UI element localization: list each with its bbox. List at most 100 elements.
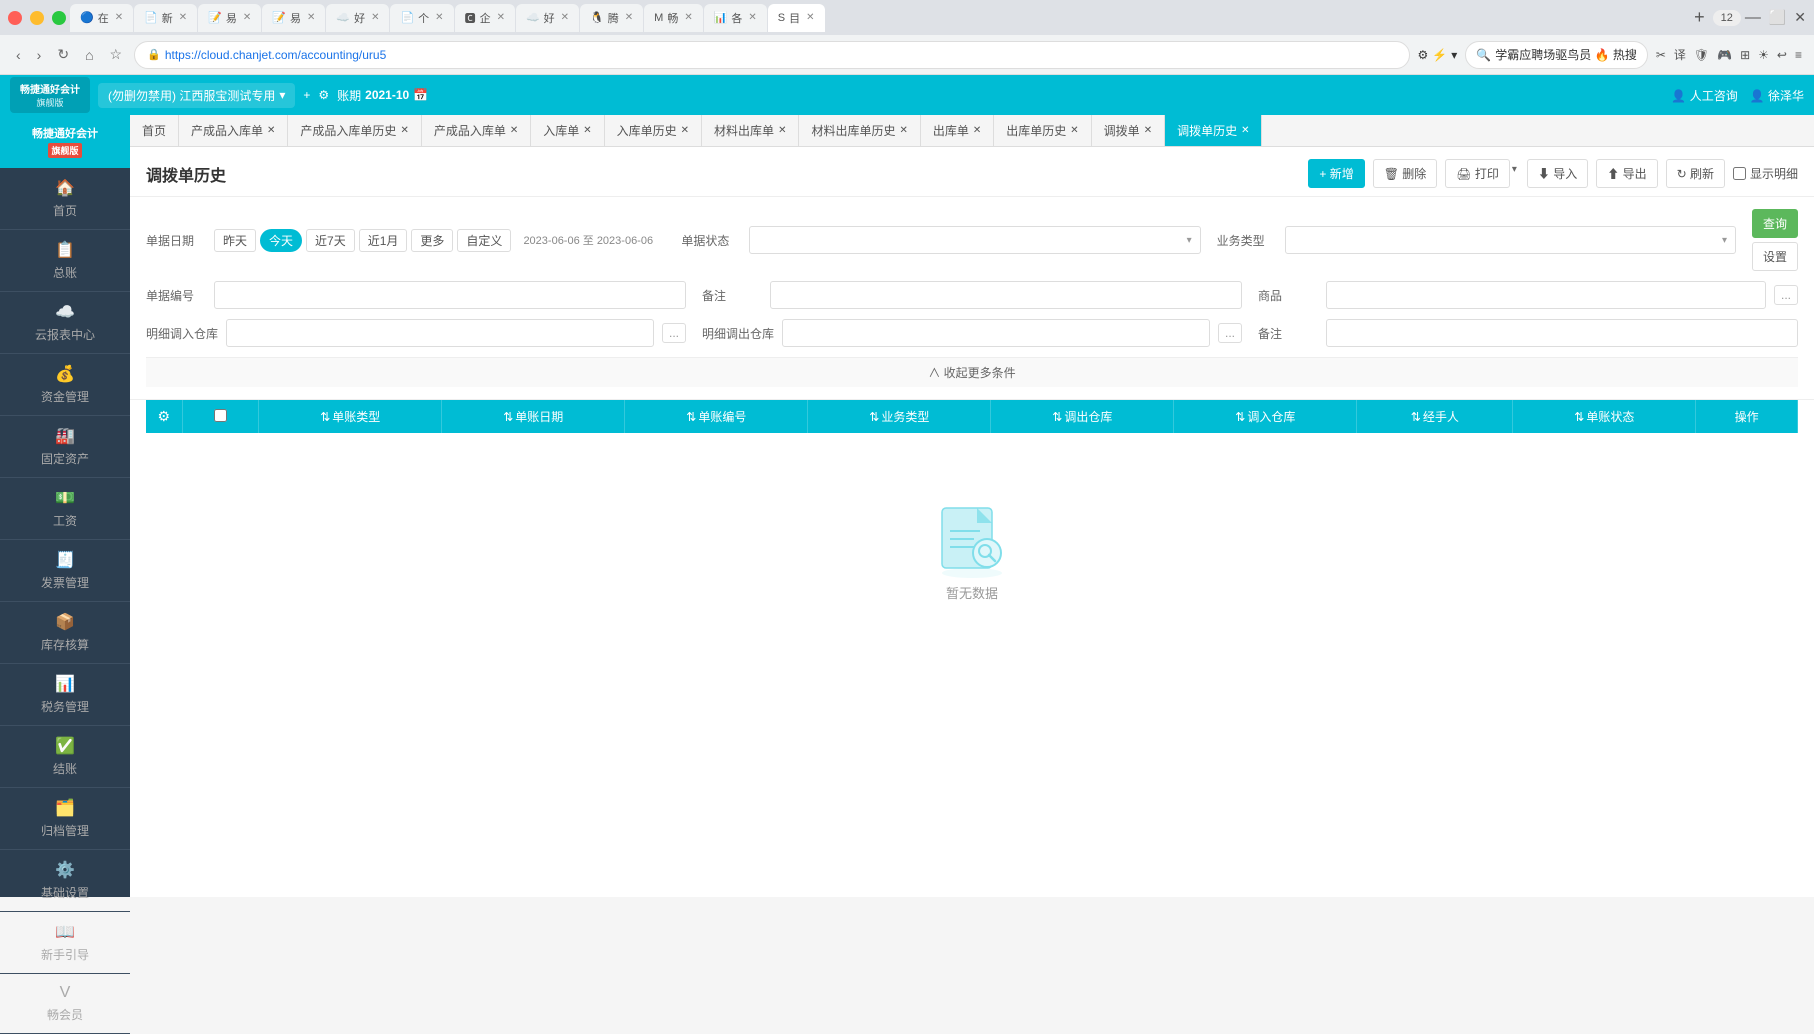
detail-out-input[interactable] (782, 319, 1210, 347)
select-all-checkbox[interactable] (214, 409, 227, 422)
sidebar-item-总账[interactable]: 📋总账 (0, 230, 130, 292)
query-button[interactable]: 查询 (1752, 209, 1798, 238)
page-tab-入库单[interactable]: 入库单✕ (531, 115, 604, 147)
goods-input[interactable] (1326, 281, 1766, 309)
menu-icon[interactable]: ≡ (1795, 48, 1802, 62)
biz-type-sort[interactable]: ⇅ 业务类型 (818, 408, 980, 425)
tab-close-btn[interactable]: ✕ (778, 125, 786, 136)
date-btn-昨天[interactable]: 昨天 (214, 229, 256, 252)
tab-count[interactable]: 12 (1713, 10, 1741, 26)
sidebar-item-归档管理[interactable]: 🗂️归档管理 (0, 788, 130, 850)
page-tab-首页[interactable]: 首页 (130, 115, 179, 147)
doc-status-sort[interactable]: ⇅ 单账状态 (1523, 408, 1685, 425)
restore-window[interactable]: ⬜ (1769, 9, 1786, 26)
sidebar-item-畅会员[interactable]: V畅会员 (0, 974, 130, 1034)
page-tab-材料出库单[interactable]: 材料出库单✕ (702, 115, 799, 147)
browser-tab[interactable]: 📝易✕ (262, 4, 325, 32)
date-btn-近1月[interactable]: 近1月 (359, 229, 408, 252)
print-button[interactable]: 🖨 打印 (1445, 159, 1510, 188)
detail-out-picker-btn[interactable]: ... (1218, 323, 1242, 343)
browser-tab[interactable]: ☁️好✕ (516, 4, 579, 32)
page-tab-调拨单[interactable]: 调拨单✕ (1092, 115, 1165, 147)
out-warehouse-sort[interactable]: ⇅ 调出仓库 (1001, 408, 1163, 425)
refresh-button[interactable]: ↻ (53, 42, 73, 67)
forward-button[interactable]: › (33, 43, 46, 67)
tab-close-btn[interactable]: ✕ (899, 125, 907, 136)
in-warehouse-sort[interactable]: ⇅ 调入仓库 (1184, 408, 1346, 425)
page-tab-出库单[interactable]: 出库单✕ (921, 115, 994, 147)
page-tab-出库单历史[interactable]: 出库单历史✕ (994, 115, 1091, 147)
print-dropdown[interactable]: 🖨 打印 ▾ (1445, 159, 1519, 188)
handler-sort[interactable]: ⇅ 经手人 (1367, 408, 1502, 425)
page-tab-产成品入库单历史[interactable]: 产成品入库单历史✕ (288, 115, 421, 147)
close-window[interactable]: ✕ (1794, 9, 1806, 26)
browser-tab[interactable]: 📝易✕ (198, 4, 261, 32)
browser-tab[interactable]: ☁️好✕ (326, 4, 389, 32)
browser-tab[interactable]: 🔵在✕ (70, 4, 133, 32)
settings-gear[interactable]: ⚙ (318, 88, 329, 102)
sidebar-item-税务管理[interactable]: 📊税务管理 (0, 664, 130, 726)
tab-close-btn[interactable]: ✕ (1070, 125, 1078, 136)
browser-tab[interactable]: 🐧腾✕ (580, 4, 643, 32)
date-btn-更多[interactable]: 更多 (411, 229, 453, 252)
tab-close-btn[interactable]: ✕ (973, 125, 981, 136)
add-company-btn[interactable]: + (303, 88, 310, 102)
close-btn[interactable] (8, 11, 22, 25)
sidebar-item-首页[interactable]: 🏠首页 (0, 168, 130, 230)
sidebar-item-云报表中心[interactable]: ☁️云报表中心 (0, 292, 130, 354)
sidebar-item-结账[interactable]: ✅结账 (0, 726, 130, 788)
page-tab-产成品入库单[interactable]: 产成品入库单✕ (422, 115, 531, 147)
search-bar[interactable]: 🔍 学霸应聘场驱鸟员 🔥 热搜 (1465, 41, 1648, 69)
sidebar-item-资金管理[interactable]: 💰资金管理 (0, 354, 130, 416)
goods-picker-btn[interactable]: ... (1774, 285, 1798, 305)
company-selector[interactable]: (勿删勿禁用) 江西服宝测试专用 ▾ (98, 83, 295, 108)
new-tab-button[interactable]: + (1690, 7, 1709, 28)
page-tab-材料出库单历史[interactable]: 材料出库单历史✕ (799, 115, 920, 147)
sidebar-item-工资[interactable]: 💵工资 (0, 478, 130, 540)
delete-button[interactable]: 🗑 删除 (1373, 159, 1438, 188)
export-button[interactable]: ⬆ 导出 (1596, 159, 1657, 188)
date-btn-近7天[interactable]: 近7天 (306, 229, 355, 252)
browser-tab[interactable]: 📊各✕ (704, 4, 767, 32)
note-input[interactable] (1326, 319, 1798, 347)
new-button[interactable]: + 新增 (1308, 159, 1364, 188)
refresh-button[interactable]: ↻ 刷新 (1666, 159, 1725, 188)
browser-tab[interactable]: S目✕ (768, 4, 825, 32)
browser-tab[interactable]: M畅✕ (644, 4, 703, 32)
period-selector[interactable]: 账期 2021-10 📅 (337, 87, 428, 104)
date-btn-今天[interactable]: 今天 (260, 229, 302, 252)
print-dropdown-arrow[interactable]: ▾ (1510, 159, 1519, 188)
page-tab-调拨单历史[interactable]: 调拨单历史✕ (1165, 115, 1262, 147)
sidebar-item-库存核算[interactable]: 📦库存核算 (0, 602, 130, 664)
page-tab-入库单历史[interactable]: 入库单历史✕ (605, 115, 702, 147)
tab-close-btn[interactable]: ✕ (1144, 125, 1152, 136)
docno-input[interactable] (214, 281, 686, 309)
tab-close-btn[interactable]: ✕ (510, 125, 518, 136)
tab-close-btn[interactable]: ✕ (583, 125, 591, 136)
page-tab-产成品入库单[interactable]: 产成品入库单✕ (179, 115, 288, 147)
user-profile[interactable]: 👤 徐泽华 (1750, 87, 1804, 104)
sidebar-item-基础设置[interactable]: ⚙️基础设置 (0, 850, 130, 912)
sidebar-item-固定资产[interactable]: 🏭固定资产 (0, 416, 130, 478)
settings-button[interactable]: 设置 (1752, 242, 1798, 271)
customer-service-btn[interactable]: 👤 人工咨询 (1671, 87, 1737, 104)
browser-tab[interactable]: 📄新✕ (134, 4, 197, 32)
doc-date-sort[interactable]: ⇅ 单账日期 (452, 408, 614, 425)
th-settings[interactable]: ⚙ (146, 400, 182, 433)
maximize-btn[interactable] (52, 11, 66, 25)
settings-icon[interactable]: ⚙ (157, 408, 170, 424)
address-input[interactable]: 🔒 https://cloud.chanjet.com/accounting/u… (134, 41, 1409, 69)
detail-in-picker-btn[interactable]: ... (662, 323, 686, 343)
collapse-filter-btn[interactable]: ∧ 收起更多条件 (146, 357, 1798, 387)
sidebar-item-发票管理[interactable]: 🧾发票管理 (0, 540, 130, 602)
tab-close-btn[interactable]: ✕ (267, 125, 275, 136)
browser-tab[interactable]: 📄个✕ (390, 4, 453, 32)
detail-in-input[interactable] (226, 319, 654, 347)
dropdown-btn[interactable]: ▾ (1451, 48, 1457, 62)
doc-no-sort[interactable]: ⇅ 单账编号 (635, 408, 797, 425)
business-select[interactable]: ▾ (1285, 226, 1736, 254)
tab-close-btn[interactable]: ✕ (681, 125, 689, 136)
browser-tab[interactable]: 🅲企✕ (455, 4, 515, 32)
back-button[interactable]: ‹ (12, 43, 25, 67)
display-detail-checkbox[interactable] (1733, 167, 1746, 180)
